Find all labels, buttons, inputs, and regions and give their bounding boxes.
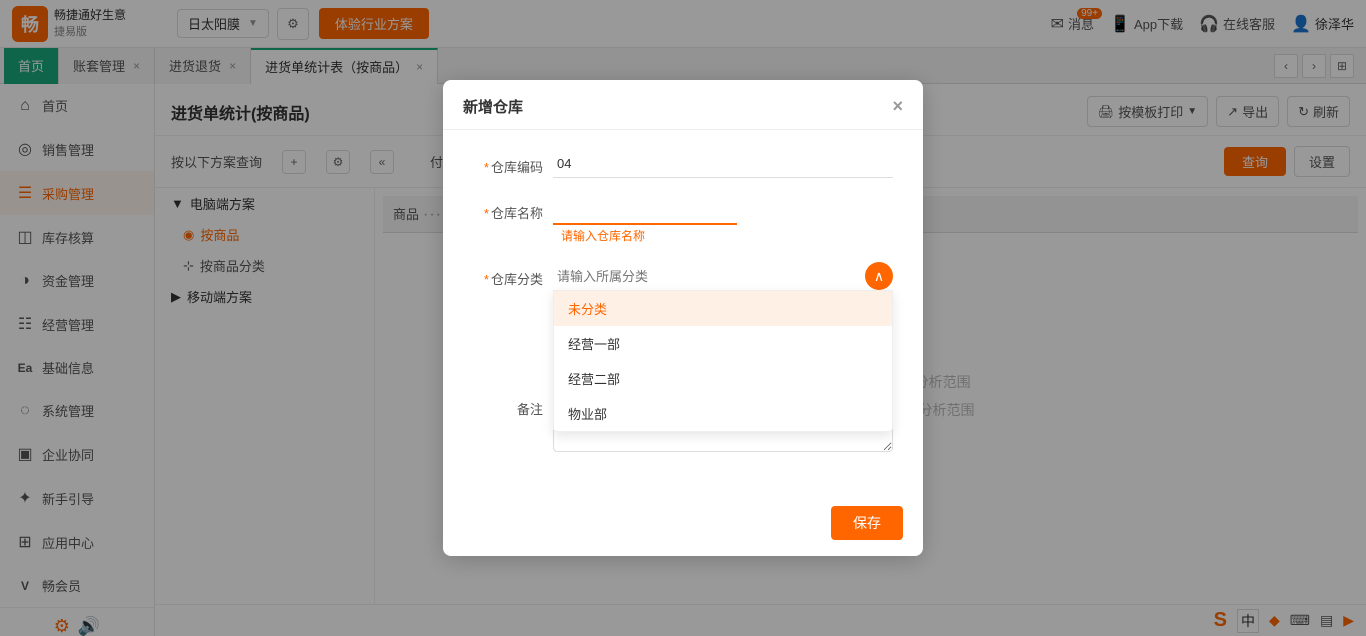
form-row-category: *仓库分类 ∧ 未分类 经营一部 经营二部 物业部 — [473, 262, 893, 292]
dropdown-item-dept2[interactable]: 经营二部 — [554, 361, 892, 396]
category-label: *仓库分类 — [473, 262, 553, 288]
modal-header: 新增仓库 × — [443, 80, 923, 130]
category-toggle-button[interactable]: ∧ — [865, 262, 893, 290]
warehouse-name-input[interactable] — [553, 196, 737, 225]
name-input-wrap — [553, 196, 737, 225]
form-row-code: *仓库编码 — [473, 150, 893, 178]
warehouse-code-input[interactable] — [553, 150, 893, 178]
category-select-wrap: ∧ 未分类 经营一部 经营二部 物业部 — [553, 262, 893, 292]
dropdown-item-property[interactable]: 物业部 — [554, 396, 892, 431]
name-error-message: 请输入仓库名称 — [561, 227, 645, 244]
remark-label: 备注 — [473, 392, 553, 418]
name-label: *仓库名称 — [473, 196, 553, 222]
new-warehouse-modal: 新增仓库 × *仓库编码 *仓库名称 — [443, 80, 923, 556]
code-label: *仓库编码 — [473, 150, 553, 176]
modal-body: *仓库编码 *仓库名称 请输入仓库名称 *仓库分类 — [443, 130, 923, 494]
form-row-name: *仓库名称 请输入仓库名称 — [473, 196, 893, 244]
dropdown-item-dept1[interactable]: 经营一部 — [554, 326, 892, 361]
modal-close-button[interactable]: × — [892, 96, 903, 117]
dropdown-item-uncategorized[interactable]: 未分类 — [554, 291, 892, 326]
category-input[interactable] — [553, 263, 865, 290]
category-dropdown-list: 未分类 经营一部 经营二部 物业部 — [553, 290, 893, 432]
modal-title: 新增仓库 — [463, 96, 523, 117]
save-button[interactable]: 保存 — [831, 506, 903, 540]
modal-overlay: 新增仓库 × *仓库编码 *仓库名称 — [0, 0, 1366, 636]
modal-footer: 保存 — [443, 494, 923, 556]
